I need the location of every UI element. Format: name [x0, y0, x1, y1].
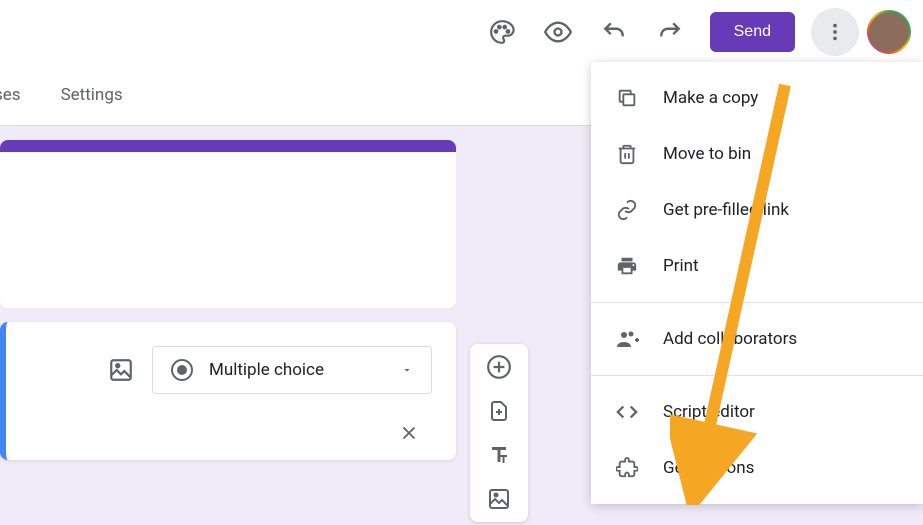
menu-move-to-bin[interactable]: Move to bin — [591, 126, 923, 182]
question-type-select[interactable]: Multiple choice — [152, 346, 432, 394]
palette-icon — [489, 19, 515, 45]
add-image-button[interactable] — [108, 357, 134, 383]
eye-icon — [544, 18, 572, 46]
menu-print[interactable]: Print — [591, 238, 923, 294]
extension-icon — [616, 457, 638, 479]
redo-icon — [657, 19, 683, 45]
add-title-button[interactable] — [486, 442, 512, 468]
menu-label: Move to bin — [663, 144, 751, 164]
printer-icon — [616, 255, 638, 277]
menu-label: Print — [663, 256, 699, 276]
people-plus-icon — [615, 327, 639, 351]
plus-circle-icon — [486, 354, 512, 380]
menu-label: Get pre-filled link — [663, 200, 789, 220]
menu-make-copy[interactable]: Make a copy — [591, 70, 923, 126]
redo-button[interactable] — [646, 8, 694, 56]
menu-prefilled-link[interactable]: Get pre-filled link — [591, 182, 923, 238]
question-type-label: Multiple choice — [209, 360, 385, 380]
more-vertical-icon — [824, 21, 846, 43]
close-icon — [398, 422, 420, 444]
image-icon — [487, 487, 511, 511]
trash-icon — [616, 143, 638, 165]
avatar-image — [869, 12, 909, 52]
menu-label: Script editor — [663, 402, 755, 422]
menu-add-collaborators[interactable]: Add collaborators — [591, 311, 923, 367]
more-menu-button[interactable] — [811, 8, 859, 56]
question-card[interactable]: Multiple choice — [0, 322, 456, 460]
undo-icon — [601, 19, 627, 45]
topbar: Send — [0, 0, 923, 64]
menu-get-addons[interactable]: Get add-ons — [591, 440, 923, 496]
menu-label: Add collaborators — [663, 329, 797, 349]
link-icon — [616, 199, 638, 221]
form-accent-bar — [0, 140, 456, 152]
undo-button[interactable] — [590, 8, 638, 56]
copy-icon — [616, 87, 638, 109]
send-button[interactable]: Send — [710, 12, 795, 52]
image-icon — [108, 357, 134, 383]
text-icon — [487, 443, 511, 467]
menu-divider — [591, 375, 923, 376]
customize-theme-button[interactable] — [478, 8, 526, 56]
tab-responses[interactable]: ses — [0, 85, 41, 105]
code-icon — [616, 401, 638, 423]
menu-script-editor[interactable]: Script editor — [591, 384, 923, 440]
import-questions-button[interactable] — [486, 398, 512, 424]
menu-label: Make a copy — [663, 88, 758, 108]
side-toolbar — [470, 344, 528, 522]
add-image-button[interactable] — [486, 486, 512, 512]
tab-settings[interactable]: Settings — [41, 85, 143, 105]
add-question-button[interactable] — [486, 354, 512, 380]
remove-option-button[interactable] — [30, 394, 432, 450]
menu-label: Get add-ons — [663, 458, 754, 478]
file-import-icon — [487, 399, 511, 423]
form-header-card[interactable] — [0, 140, 456, 308]
more-menu-dropdown: Make a copy Move to bin Get pre-filled l… — [591, 62, 923, 504]
radio-icon — [171, 359, 193, 381]
preview-button[interactable] — [534, 8, 582, 56]
avatar[interactable] — [867, 10, 911, 54]
menu-divider — [591, 302, 923, 303]
chevron-down-icon — [401, 364, 413, 376]
